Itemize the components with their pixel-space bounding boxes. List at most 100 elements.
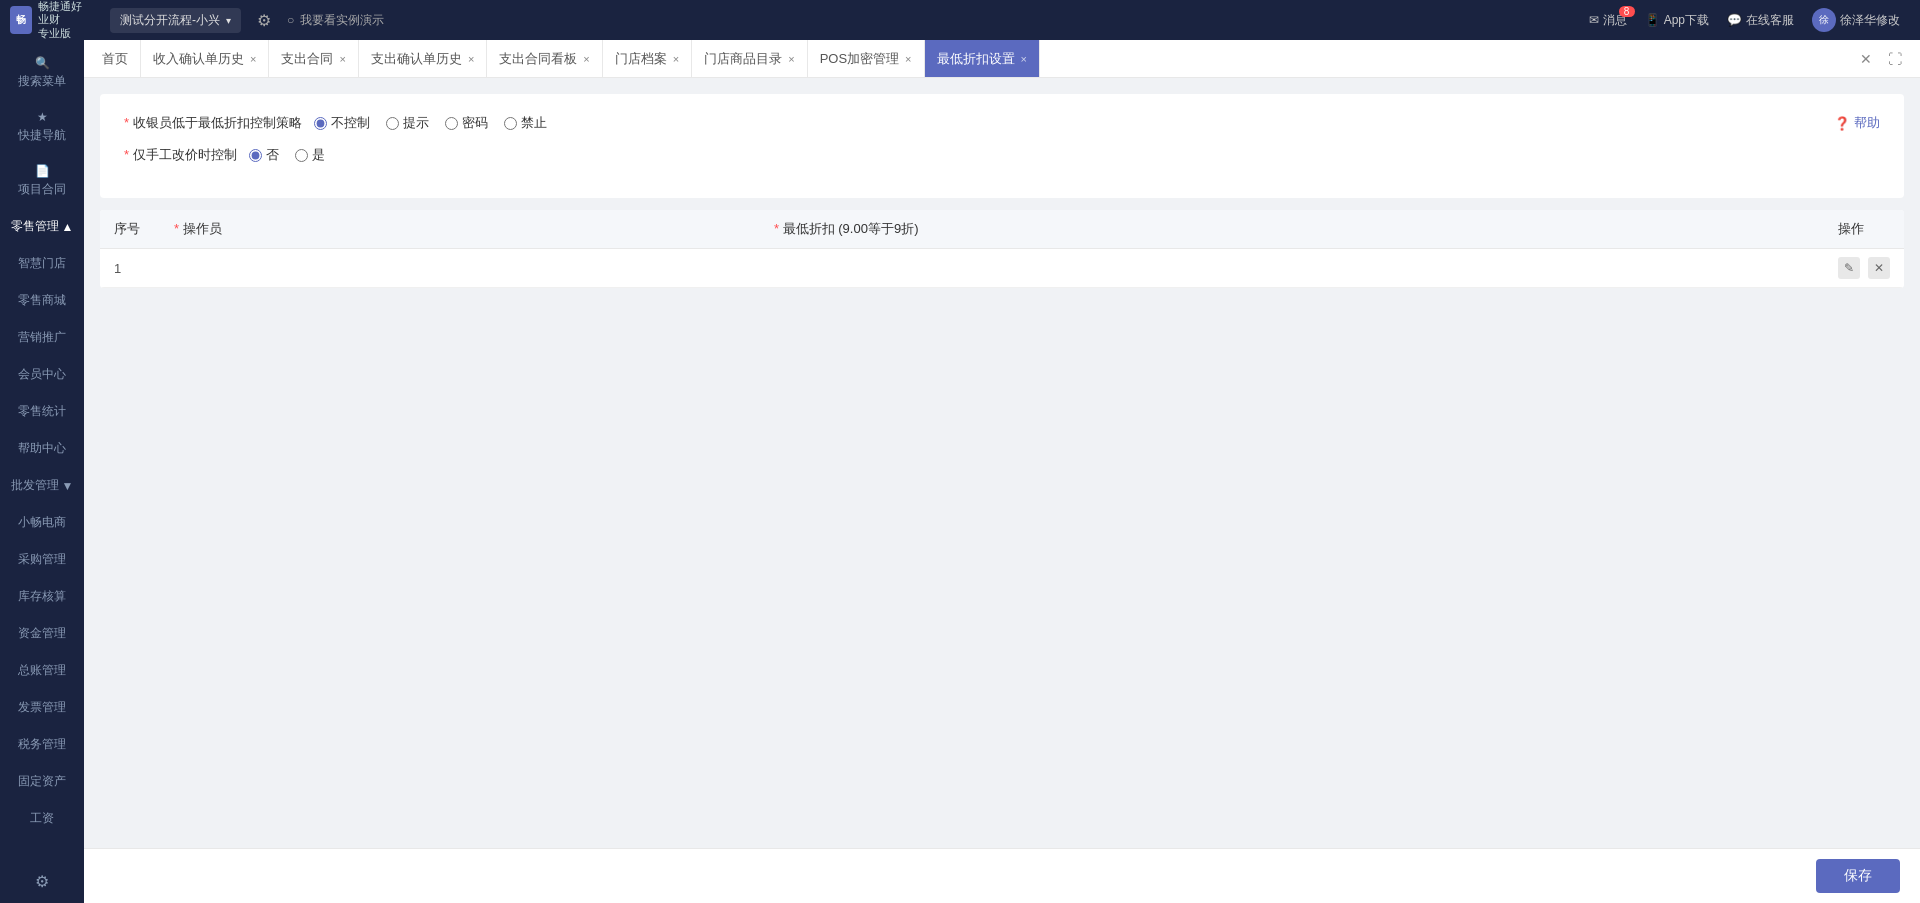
tab-min-discount-close-icon[interactable]: × — [1021, 53, 1027, 65]
sidebar-item-purchase[interactable]: 采购管理 — [0, 541, 84, 578]
retail-stats-label: 零售统计 — [18, 403, 66, 420]
radio-password-label: 密码 — [462, 114, 488, 132]
edit-button[interactable]: ✎ — [1838, 257, 1860, 279]
app-download-button[interactable]: 📱 App下载 — [1645, 12, 1709, 29]
sidebar: 🔍 搜索菜单 ★ 快捷导航 📄 项目合同 零售管理 ▲ 智慧门店 零售商城 营销… — [0, 40, 84, 903]
radio-yes-input[interactable] — [295, 149, 308, 162]
tab-store-archive[interactable]: 门店档案 × — [603, 40, 692, 78]
tab-pos-encryption[interactable]: POS加密管理 × — [808, 40, 925, 78]
sidebar-item-quicknav[interactable]: ★ 快捷导航 — [0, 100, 84, 154]
demo-text: 我要看实例演示 — [300, 12, 384, 29]
sidebar-item-inventory[interactable]: 库存核算 — [0, 578, 84, 615]
radio-forbid[interactable]: 禁止 — [504, 114, 547, 132]
save-button[interactable]: 保存 — [1816, 859, 1900, 893]
sidebar-item-member[interactable]: 会员中心 — [0, 356, 84, 393]
cell-actions: ✎ ✕ — [1824, 249, 1904, 288]
assets-label: 固定资产 — [18, 773, 66, 790]
radio-prompt[interactable]: 提示 — [386, 114, 429, 132]
tab-income-history-label: 收入确认单历史 — [153, 50, 244, 68]
tab-income-history[interactable]: 收入确认单历史 × — [141, 40, 269, 78]
project-selector[interactable]: 测试分开流程-小兴 ▾ — [110, 8, 241, 33]
sidebar-item-retail[interactable]: 零售管理 ▲ — [0, 208, 84, 245]
tab-expense-contract-close-icon[interactable]: × — [339, 53, 345, 65]
col-action: 操作 — [1824, 210, 1904, 249]
form-row-discount-strategy: 收银员低于最低折扣控制策略 不控制 提示 密码 — [124, 114, 1880, 132]
sidebar-gear-icon[interactable]: ⚙ — [0, 860, 84, 903]
tab-store-catalog-close-icon[interactable]: × — [788, 53, 794, 65]
radio-yes[interactable]: 是 — [295, 146, 325, 164]
content-area: 首页 收入确认单历史 × 支出合同 × 支出确认单历史 × 支出合同看板 × 门… — [84, 40, 1920, 903]
tab-expense-board-close-icon[interactable]: × — [583, 53, 589, 65]
salary-label: 工资 — [30, 810, 54, 827]
tab-pos-encryption-close-icon[interactable]: × — [905, 53, 911, 65]
wholesale-arrow-icon: ▼ — [62, 479, 74, 493]
page-content: 收银员低于最低折扣控制策略 不控制 提示 密码 — [84, 78, 1920, 848]
sidebar-item-retail-stats[interactable]: 零售统计 — [0, 393, 84, 430]
tab-expand-btn[interactable]: ⛶ — [1884, 49, 1906, 69]
tax-label: 税务管理 — [18, 736, 66, 753]
radio-password[interactable]: 密码 — [445, 114, 488, 132]
message-badge: 8 — [1619, 6, 1635, 17]
table-wrapper: 序号 操作员 最低折扣 (9.00等于9折) 操作 1 — [100, 210, 1904, 288]
wholesale-label: 批发管理 — [11, 477, 59, 494]
radio-no-input[interactable] — [249, 149, 262, 162]
sidebar-item-ledger[interactable]: 总账管理 — [0, 652, 84, 689]
user-menu[interactable]: 徐 徐泽华修改 — [1812, 8, 1900, 32]
invoice-label: 发票管理 — [18, 699, 66, 716]
tab-expense-history[interactable]: 支出确认单历史 × — [359, 40, 487, 78]
col-operator: 操作员 — [160, 210, 760, 249]
radio-no-control-input[interactable] — [314, 117, 327, 130]
logo-icon: 畅 — [10, 6, 32, 34]
sidebar-item-smart-store[interactable]: 智慧门店 — [0, 245, 84, 282]
radio-no[interactable]: 否 — [249, 146, 279, 164]
tab-home-label: 首页 — [102, 50, 128, 68]
ecommerce-label: 小畅电商 — [18, 514, 66, 531]
sidebar-item-assets[interactable]: 固定资产 — [0, 763, 84, 800]
demo-icon: ○ — [287, 13, 294, 27]
discount-strategy-label: 收银员低于最低折扣控制策略 — [124, 114, 302, 132]
sidebar-item-salary[interactable]: 工资 — [0, 800, 84, 837]
radio-prompt-label: 提示 — [403, 114, 429, 132]
tab-bar: 首页 收入确认单历史 × 支出合同 × 支出确认单历史 × 支出合同看板 × 门… — [84, 40, 1920, 78]
help-link[interactable]: ❓ 帮助 — [1834, 114, 1880, 132]
radio-password-input[interactable] — [445, 117, 458, 130]
help-icon: ❓ — [1834, 116, 1850, 131]
sidebar-item-finance[interactable]: 资金管理 — [0, 615, 84, 652]
app-download-label: App下载 — [1664, 12, 1709, 29]
sidebar-item-tax[interactable]: 税务管理 — [0, 726, 84, 763]
sidebar-item-invoice[interactable]: 发票管理 — [0, 689, 84, 726]
online-service-button[interactable]: 💬 在线客服 — [1727, 12, 1794, 29]
radio-forbid-input[interactable] — [504, 117, 517, 130]
topbar: 畅 畅捷通好业财 专业版 测试分开流程-小兴 ▾ ⚙ ○ 我要看实例演示 ✉ 消… — [0, 0, 1920, 40]
radio-no-label: 否 — [266, 146, 279, 164]
settings-icon[interactable]: ⚙ — [257, 11, 271, 30]
sidebar-item-wholesale[interactable]: 批发管理 ▼ — [0, 467, 84, 504]
purchase-label: 采购管理 — [18, 551, 66, 568]
tab-store-catalog-label: 门店商品目录 — [704, 50, 782, 68]
sidebar-item-search[interactable]: 🔍 搜索菜单 — [0, 46, 84, 100]
radio-prompt-input[interactable] — [386, 117, 399, 130]
sidebar-item-help[interactable]: 帮助中心 — [0, 430, 84, 467]
tab-min-discount[interactable]: 最低折扣设置 × — [925, 40, 1040, 78]
sidebar-item-marketing[interactable]: 营销推广 — [0, 319, 84, 356]
tab-expense-board[interactable]: 支出合同看板 × — [487, 40, 602, 78]
sidebar-item-ecommerce[interactable]: 小畅电商 — [0, 504, 84, 541]
save-bar: 保存 — [84, 848, 1920, 903]
sidebar-item-label: 项目合同 — [18, 181, 66, 198]
tab-expense-history-close-icon[interactable]: × — [468, 53, 474, 65]
smart-store-label: 智慧门店 — [18, 255, 66, 272]
sidebar-item-contract[interactable]: 📄 项目合同 — [0, 154, 84, 208]
radio-no-control[interactable]: 不控制 — [314, 114, 370, 132]
message-button[interactable]: ✉ 消息 8 — [1589, 12, 1627, 29]
tab-income-history-close-icon[interactable]: × — [250, 53, 256, 65]
logo-text: 畅捷通好业财 专业版 — [38, 0, 90, 40]
demo-link[interactable]: ○ 我要看实例演示 — [287, 12, 384, 29]
manual-price-label: 仅手工改价时控制 — [124, 146, 237, 164]
sidebar-item-retail-mall[interactable]: 零售商城 — [0, 282, 84, 319]
tab-store-catalog[interactable]: 门店商品目录 × — [692, 40, 807, 78]
tab-expense-contract[interactable]: 支出合同 × — [269, 40, 358, 78]
tab-home[interactable]: 首页 — [90, 40, 141, 78]
tab-store-archive-close-icon[interactable]: × — [673, 53, 679, 65]
tab-close-btn[interactable]: ✕ — [1856, 49, 1876, 69]
delete-button[interactable]: ✕ — [1868, 257, 1890, 279]
